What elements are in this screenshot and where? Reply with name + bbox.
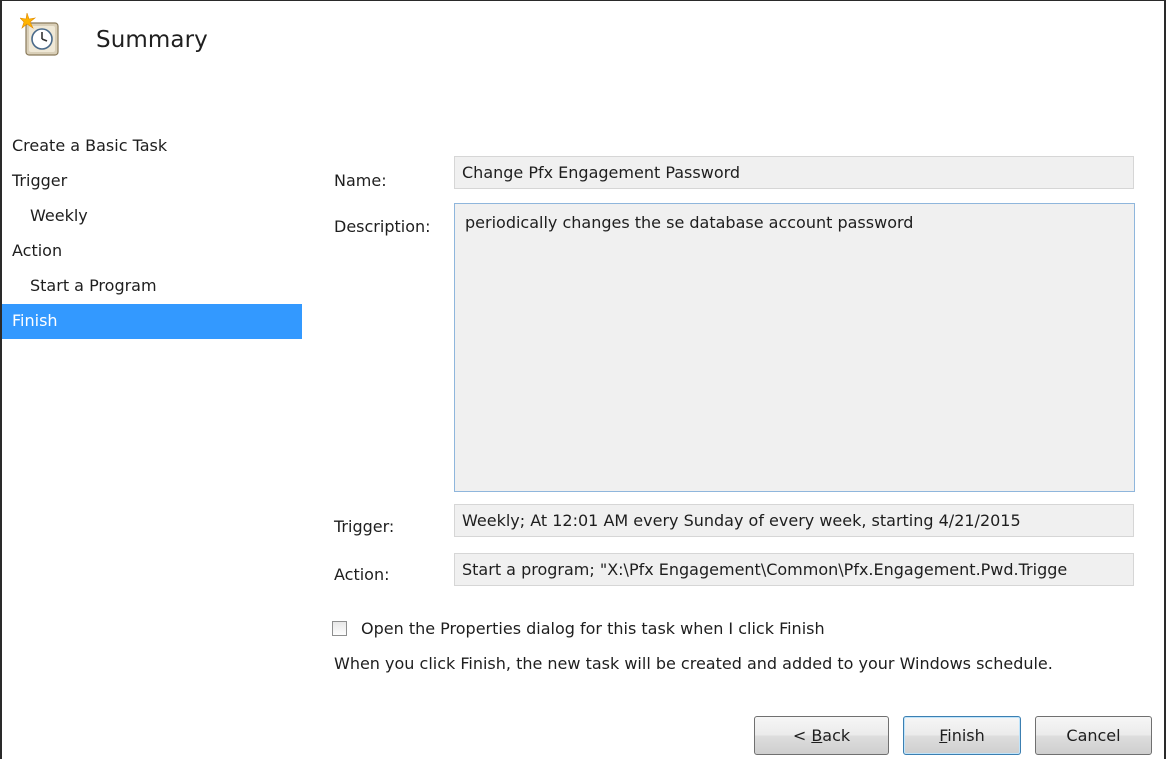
nav-step-label: Action bbox=[12, 241, 63, 260]
nav-step-trigger[interactable]: Trigger bbox=[2, 164, 302, 199]
name-label: Name: bbox=[334, 171, 387, 190]
description-label: Description: bbox=[334, 217, 431, 236]
trigger-field[interactable]: Weekly; At 12:01 AM every Sunday of ever… bbox=[454, 504, 1134, 537]
open-properties-label[interactable]: Open the Properties dialog for this task… bbox=[361, 619, 825, 638]
action-label: Action: bbox=[334, 565, 390, 584]
nav-step-create-basic-task[interactable]: Create a Basic Task bbox=[2, 129, 302, 164]
back-button-rest: ack bbox=[822, 726, 851, 745]
back-button[interactable]: < Back bbox=[754, 716, 889, 755]
wizard-header: Summary bbox=[2, 1, 1164, 121]
trigger-label: Trigger: bbox=[334, 517, 395, 536]
nav-step-weekly[interactable]: Weekly bbox=[2, 199, 302, 234]
open-properties-option[interactable]: Open the Properties dialog for this task… bbox=[332, 618, 825, 638]
nav-step-label: Finish bbox=[12, 311, 58, 330]
nav-step-label: Create a Basic Task bbox=[12, 136, 168, 155]
wizard-window: Summary Create a Basic Task Trigger Week… bbox=[0, 0, 1166, 759]
back-button-prefix: < bbox=[792, 726, 812, 745]
nav-step-label: Weekly bbox=[30, 206, 88, 225]
cancel-button[interactable]: Cancel bbox=[1035, 716, 1152, 755]
page-title: Summary bbox=[96, 27, 208, 53]
finish-info-text: When you click Finish, the new task will… bbox=[334, 654, 1053, 673]
back-button-accel: B bbox=[811, 726, 823, 745]
open-properties-checkbox[interactable] bbox=[332, 620, 347, 636]
action-field[interactable]: Start a program; "X:\Pfx Engagement\Comm… bbox=[454, 553, 1134, 586]
description-field[interactable]: periodically changes the se database acc… bbox=[454, 203, 1135, 492]
finish-button[interactable]: Finish bbox=[903, 716, 1021, 755]
finish-button-rest: inish bbox=[947, 726, 985, 745]
nav-step-action[interactable]: Action bbox=[2, 234, 302, 269]
nav-step-label: Trigger bbox=[12, 171, 68, 190]
wizard-steps-nav: Create a Basic Task Trigger Weekly Actio… bbox=[2, 129, 302, 339]
name-field[interactable]: Change Pfx Engagement Password bbox=[454, 156, 1134, 189]
task-scheduler-clock-icon bbox=[20, 13, 59, 56]
nav-step-start-program[interactable]: Start a Program bbox=[2, 269, 302, 304]
nav-step-label: Start a Program bbox=[30, 276, 157, 295]
nav-step-finish[interactable]: Finish bbox=[2, 304, 302, 339]
